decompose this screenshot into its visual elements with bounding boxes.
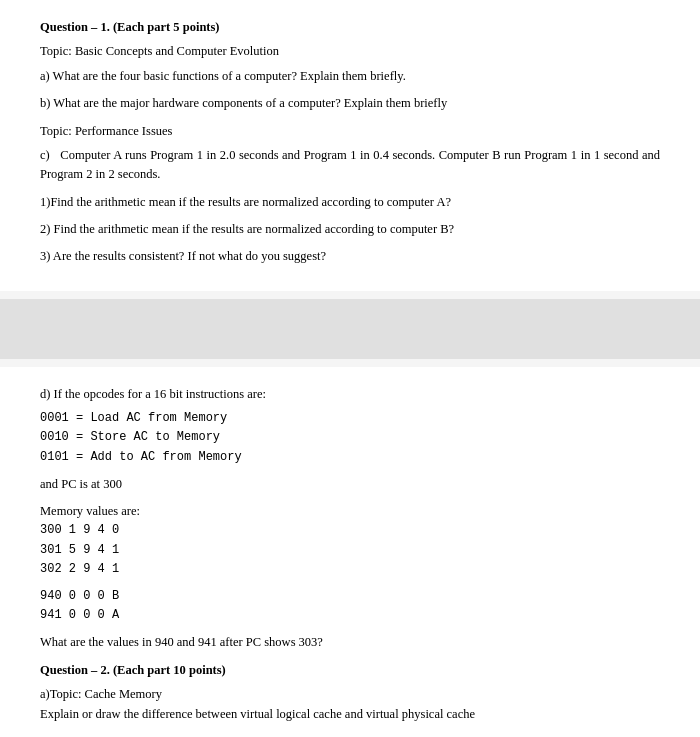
memory1: 300 1 9 4 0 xyxy=(40,521,660,540)
question2-title: Question – 2. (Each part 10 points) xyxy=(40,661,660,680)
part-c: c) Computer A runs Program 1 in 2.0 seco… xyxy=(40,146,660,185)
sub1: 1)Find the arithmetic mean if the result… xyxy=(40,193,660,212)
opcode1: 0001 = Load AC from Memory xyxy=(40,409,660,428)
pc-info: and PC is at 300 xyxy=(40,475,660,494)
part-a2-text: Explain or draw the difference between v… xyxy=(40,705,660,724)
part-a2-label: a)Topic: Cache Memory xyxy=(40,685,660,704)
question1-title: Question – 1. (Each part 5 points) xyxy=(40,18,660,37)
opcode2: 0010 = Store AC to Memory xyxy=(40,428,660,447)
mem-val1: 940 0 0 0 B xyxy=(40,587,660,606)
part-a: a) What are the four basic functions of … xyxy=(40,67,660,86)
part-d-title: d) If the opcodes for a 16 bit instructi… xyxy=(40,385,660,404)
page-container: Question – 1. (Each part 5 points) Topic… xyxy=(0,0,700,737)
memory3: 302 2 9 4 1 xyxy=(40,560,660,579)
part-c-text: Computer A runs Program 1 in 2.0 seconds… xyxy=(40,148,660,181)
question-d: What are the values in 940 and 941 after… xyxy=(40,633,660,652)
topic2: Topic: Performance Issues xyxy=(40,122,660,141)
section-top: Question – 1. (Each part 5 points) Topic… xyxy=(0,0,700,291)
mem-val2: 941 0 0 0 A xyxy=(40,606,660,625)
page-gap xyxy=(0,299,700,359)
section-bottom: d) If the opcodes for a 16 bit instructi… xyxy=(0,367,700,737)
memory-title: Memory values are: xyxy=(40,502,660,521)
sub2: 2) Find the arithmetic mean if the resul… xyxy=(40,220,660,239)
memory2: 301 5 9 4 1 xyxy=(40,541,660,560)
part-b: b) What are the major hardware component… xyxy=(40,94,660,113)
opcode3: 0101 = Add to AC from Memory xyxy=(40,448,660,467)
sub3: 3) Are the results consistent? If not wh… xyxy=(40,247,660,266)
part-c-label: c) xyxy=(40,148,50,162)
topic1: Topic: Basic Concepts and Computer Evolu… xyxy=(40,42,660,61)
